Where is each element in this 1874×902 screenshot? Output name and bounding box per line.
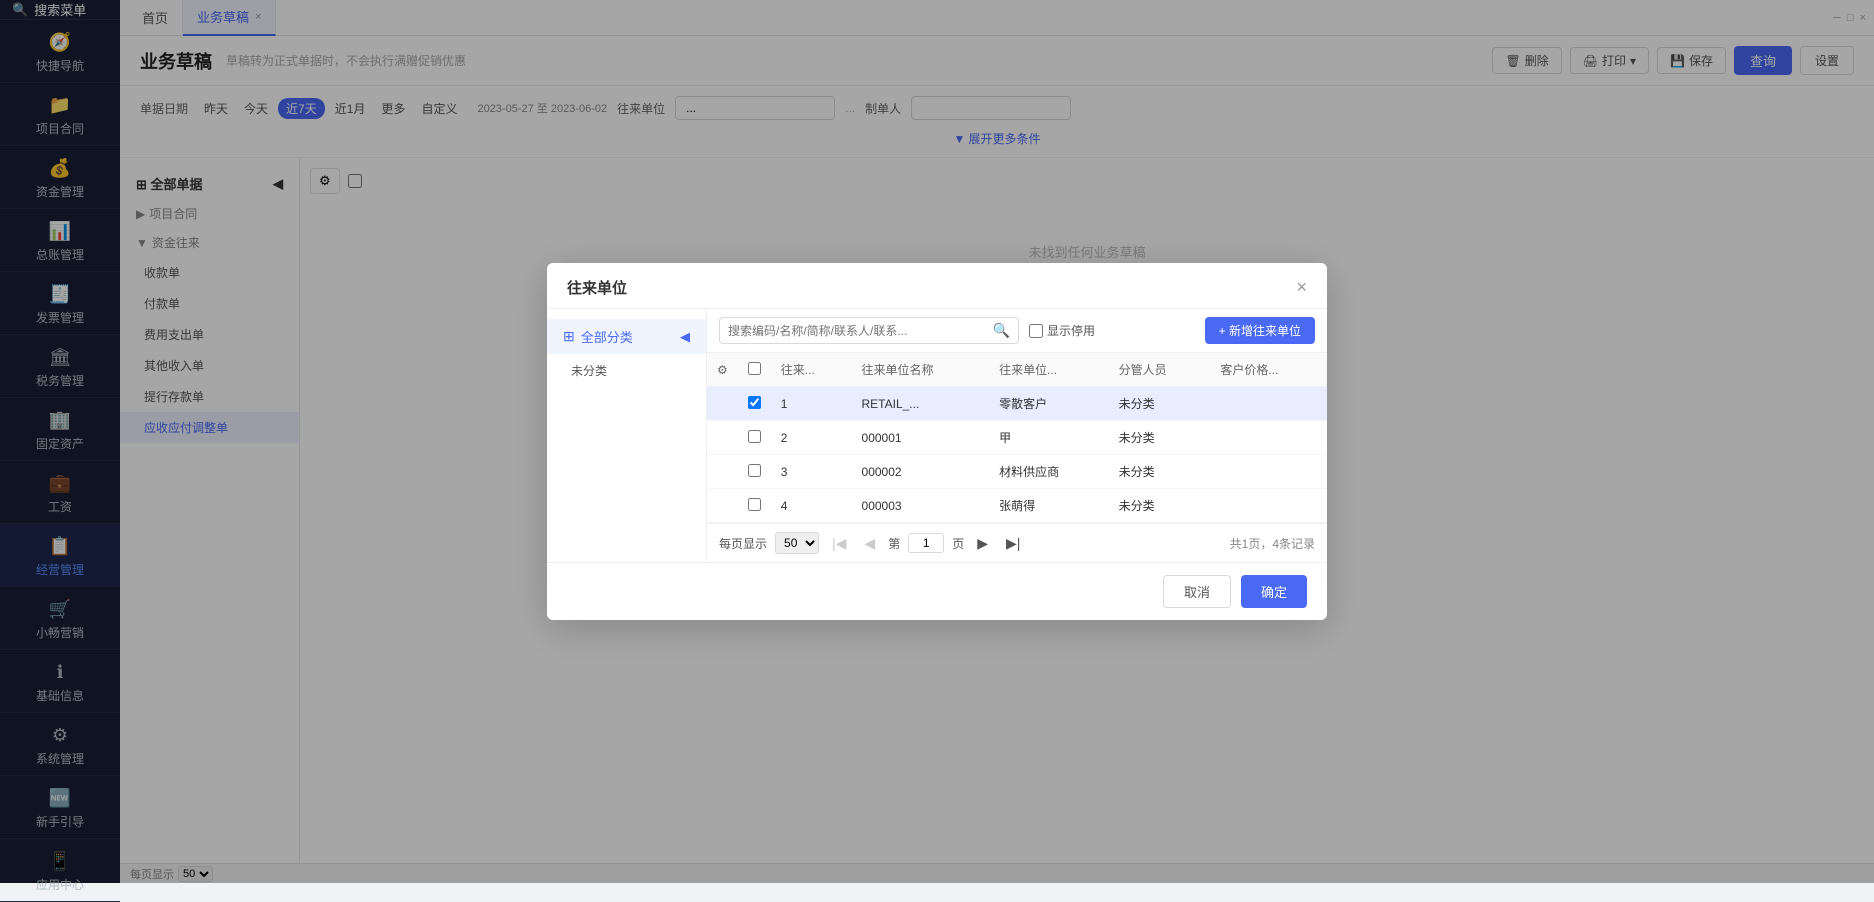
row-name: 零散客户 <box>989 387 1109 421</box>
row-category: 未分类 <box>1109 455 1211 489</box>
row-category: 未分类 <box>1109 387 1211 421</box>
add-partner-button[interactable]: + 新增往来单位 <box>1205 317 1315 344</box>
row-category: 未分类 <box>1109 489 1211 523</box>
last-page-button[interactable]: ▶| <box>1001 533 1025 554</box>
col-code-header: 往来... <box>771 353 852 387</box>
row-code: 000001 <box>852 421 990 455</box>
total-label: 共1页，4条记录 <box>1230 535 1315 552</box>
row-manager <box>1210 489 1327 523</box>
table-row[interactable]: 2 000001 甲 未分类 <box>707 421 1327 455</box>
table-header-row: ⚙ 往来... 往来单位名称 往来单位... 分管人员 客户价格... <box>707 353 1327 387</box>
partner-search-box[interactable]: 🔍 <box>719 317 1019 344</box>
page-size-select[interactable]: 50 <box>775 532 819 554</box>
first-page-button[interactable]: |◀ <box>827 533 851 554</box>
row-code: 000002 <box>852 455 990 489</box>
row-check[interactable] <box>738 455 771 489</box>
modal-header: 往来单位 × <box>547 263 1327 309</box>
page-number-input[interactable] <box>908 533 944 553</box>
row-manager <box>1210 387 1327 421</box>
row-settings <box>707 387 738 421</box>
modal-table: ⚙ 往来... 往来单位名称 往来单位... 分管人员 客户价格... <box>707 353 1327 523</box>
row-num: 2 <box>771 421 852 455</box>
col-category-header: 往来单位... <box>989 353 1109 387</box>
partner-modal: 往来单位 × ⊞ 全部分类 ◀ 未分类 🔍 <box>547 263 1327 620</box>
confirm-button[interactable]: 确定 <box>1241 575 1307 608</box>
modal-left-panel: ⊞ 全部分类 ◀ 未分类 <box>547 309 707 562</box>
col-manager-header: 分管人员 <box>1109 353 1211 387</box>
modal-title: 往来单位 <box>567 277 627 298</box>
row-manager <box>1210 455 1327 489</box>
next-page-button[interactable]: ▶ <box>972 533 993 554</box>
unclassified-item[interactable]: 未分类 <box>547 354 706 387</box>
row-settings <box>707 455 738 489</box>
row-manager <box>1210 421 1327 455</box>
row-code: 000003 <box>852 489 990 523</box>
row-code: RETAIL_... <box>852 387 990 421</box>
row-num: 4 <box>771 489 852 523</box>
grid-icon: ⊞ <box>563 328 575 345</box>
page-number-label: 第 <box>888 535 900 552</box>
cancel-button[interactable]: 取消 <box>1163 575 1231 608</box>
all-category-item[interactable]: ⊞ 全部分类 ◀ <box>547 319 706 354</box>
row-num: 3 <box>771 455 852 489</box>
col-name-header: 往来单位名称 <box>852 353 990 387</box>
row-settings <box>707 421 738 455</box>
col-check-header[interactable] <box>738 353 771 387</box>
row-name: 张萌得 <box>989 489 1109 523</box>
row-name: 材料供应商 <box>989 455 1109 489</box>
table-row[interactable]: 1 RETAIL_... 零散客户 未分类 <box>707 387 1327 421</box>
row-num: 1 <box>771 387 852 421</box>
modal-overlay: 往来单位 × ⊞ 全部分类 ◀ 未分类 🔍 <box>0 0 1874 883</box>
modal-body: ⊞ 全部分类 ◀ 未分类 🔍 显示停用 <box>547 309 1327 562</box>
modal-close-button[interactable]: × <box>1296 277 1307 298</box>
modal-right-panel: 🔍 显示停用 + 新增往来单位 ⚙ <box>707 309 1327 562</box>
modal-dialog-footer: 取消 确定 <box>547 562 1327 620</box>
row-category: 未分类 <box>1109 421 1211 455</box>
row-check[interactable] <box>738 387 771 421</box>
table-row[interactable]: 3 000002 材料供应商 未分类 <box>707 455 1327 489</box>
page-size-label: 每页显示 <box>719 535 767 552</box>
partner-search-input[interactable] <box>728 324 993 338</box>
prev-page-button[interactable]: ◀ <box>859 533 880 554</box>
col-price-header: 客户价格... <box>1210 353 1327 387</box>
table-row[interactable]: 4 000003 张萌得 未分类 <box>707 489 1327 523</box>
row-check[interactable] <box>738 421 771 455</box>
select-all-modal[interactable] <box>748 362 761 375</box>
collapse-left-icon[interactable]: ◀ <box>680 329 690 345</box>
table-pagination: 每页显示 50 |◀ ◀ 第 页 ▶ ▶| 共1页，4条记录 <box>707 523 1327 562</box>
search-icon: 🔍 <box>993 322 1010 339</box>
row-settings <box>707 489 738 523</box>
row-check[interactable] <box>738 489 771 523</box>
col-settings-header: ⚙ <box>707 353 738 387</box>
modal-toolbar: 🔍 显示停用 + 新增往来单位 <box>707 309 1327 353</box>
page-suffix-label: 页 <box>952 535 964 552</box>
show-disabled-label[interactable]: 显示停用 <box>1029 322 1095 339</box>
row-name: 甲 <box>989 421 1109 455</box>
show-disabled-checkbox[interactable] <box>1029 324 1043 338</box>
